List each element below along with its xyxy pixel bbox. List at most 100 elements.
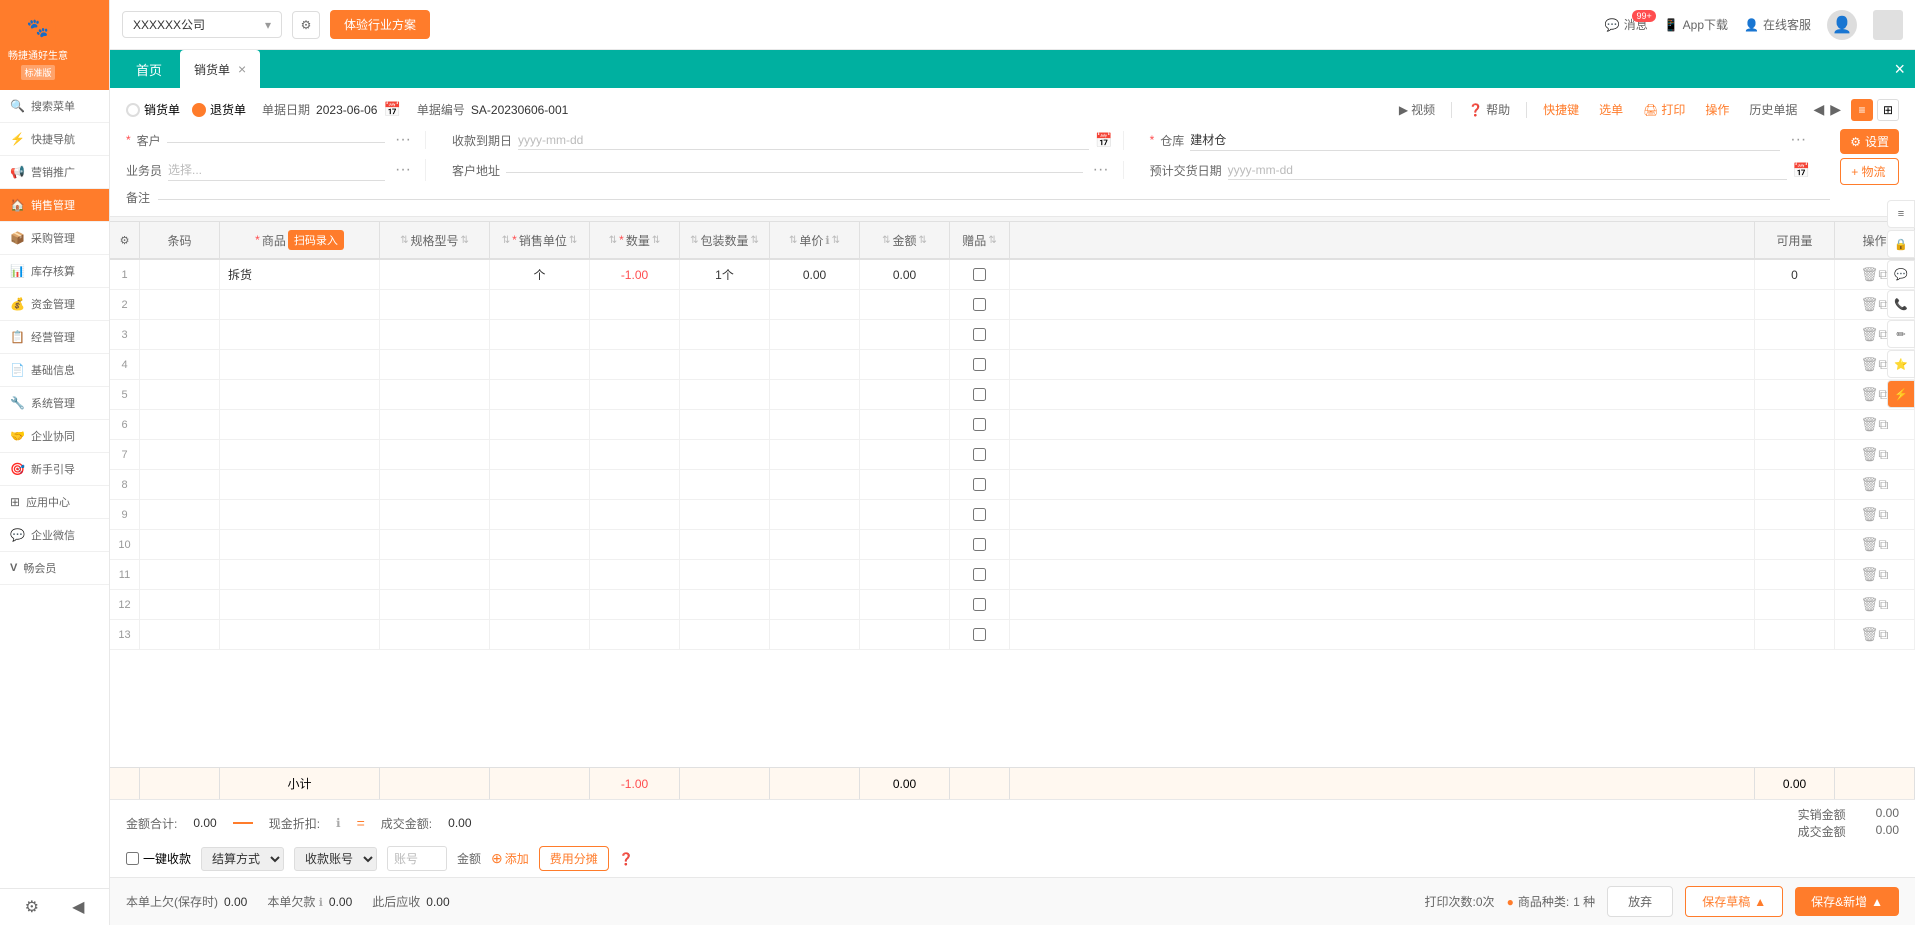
settings-bottom-icon[interactable]: ⚙ [25, 897, 39, 917]
float-btn-6[interactable]: ⭐ [1887, 350, 1915, 378]
account-placeholder-field[interactable]: 账号 [387, 846, 447, 871]
td-amount-2[interactable] [860, 290, 950, 319]
th-pkgqty-sort2[interactable]: ⇅ [751, 235, 759, 246]
product-type-radio-icon[interactable]: ● [1507, 895, 1514, 909]
th-gift-sort[interactable]: ⇅ [988, 235, 996, 246]
tab-home[interactable]: 首页 [120, 50, 178, 88]
operation-btn[interactable]: 操作 [1699, 98, 1735, 121]
select-btn[interactable]: 选单 [1593, 98, 1629, 121]
th-price-sort2[interactable]: ⇅ [832, 235, 840, 246]
sidebar-item-finance[interactable]: 💰 资金管理 [0, 288, 109, 321]
td-pkgqty-2[interactable] [680, 290, 770, 319]
user-avatar[interactable]: 👤 [1827, 10, 1857, 40]
td-remark-2[interactable] [1010, 290, 1755, 319]
th-unit-sort2[interactable]: ⇅ [569, 235, 577, 246]
sidebar-item-marketing[interactable]: 📢 营销推广 [0, 156, 109, 189]
gift-checkbox-1[interactable] [973, 268, 986, 281]
float-btn-4[interactable]: 📞 [1887, 290, 1915, 318]
td-product-1[interactable]: 拆货 [220, 260, 380, 289]
expected-calendar-icon[interactable]: 📅 [1793, 162, 1810, 179]
td-price-1[interactable]: 0.00 [770, 260, 860, 289]
salesperson-dots-btn[interactable]: ··· [391, 161, 415, 179]
customer-address-input[interactable] [506, 168, 1083, 173]
online-service-button[interactable]: 👤 在线客服 [1744, 16, 1811, 33]
save-draft-button[interactable]: 保存草稿 ▲ [1685, 886, 1783, 917]
shortcut-btn[interactable]: 快捷键 [1537, 98, 1585, 121]
td-barcode-2[interactable] [140, 290, 220, 319]
td-gift-2[interactable] [950, 290, 1010, 319]
view-list-btn[interactable]: ≡ [1851, 99, 1873, 121]
float-btn-3[interactable]: 💬 [1887, 260, 1915, 288]
sidebar-item-basic[interactable]: 📄 基础信息 [0, 354, 109, 387]
settlement-method-select[interactable]: 结算方式 [201, 847, 284, 871]
tab-close-icon[interactable]: × [238, 61, 246, 77]
help-btn[interactable]: ❓ 帮助 [1462, 98, 1516, 121]
th-amount-sort2[interactable]: ⇅ [919, 235, 927, 246]
td-pkgqty-1[interactable]: 1个 [680, 260, 770, 289]
receipt-calendar-icon[interactable]: 📅 [1095, 132, 1112, 149]
td-unit-2[interactable] [490, 290, 590, 319]
discard-button[interactable]: 放弃 [1607, 886, 1673, 917]
company-select[interactable]: XXXXXX公司 ▾ [122, 11, 282, 38]
salesperson-input[interactable]: 选择... [168, 159, 385, 181]
logistics-button[interactable]: + 物流 [1840, 158, 1899, 185]
sidebar-item-member[interactable]: V 畅会员 [0, 552, 109, 585]
one-click-payment-checkbox[interactable] [126, 852, 139, 865]
sidebar-item-search[interactable]: 🔍 搜索菜单 [0, 90, 109, 123]
sidebar-item-purchase[interactable]: 📦 采购管理 [0, 222, 109, 255]
sidebar-item-quicknav[interactable]: ⚡ 快捷导航 [0, 123, 109, 156]
video-btn[interactable]: ▶ 视频 [1393, 98, 1441, 121]
float-btn-2[interactable]: 🔒 [1887, 230, 1915, 258]
th-qty-sort2[interactable]: ⇅ [652, 235, 660, 246]
print-btn[interactable]: 🖨 打印 [1637, 98, 1691, 121]
owed-info-icon[interactable]: ℹ [319, 897, 323, 909]
date-calendar-icon[interactable]: 📅 [383, 101, 400, 118]
expected-date-input[interactable]: yyyy-mm-dd [1228, 161, 1787, 180]
delete-icon-1[interactable]: 🗑 [1861, 266, 1879, 283]
td-qty-2[interactable] [590, 290, 680, 319]
td-unit-1[interactable]: 个 [490, 260, 590, 289]
td-remark-1[interactable] [1010, 260, 1755, 289]
delete-icon-2[interactable]: 🗑 [1861, 296, 1879, 313]
td-amount-1[interactable]: 0.00 [860, 260, 950, 289]
th-settings[interactable]: ⚙ [110, 222, 140, 258]
cost-split-button[interactable]: 费用分摊 [539, 846, 609, 871]
customer-input[interactable] [167, 138, 385, 143]
settlement-account-select[interactable]: 收款账号 [294, 847, 377, 871]
float-btn-1[interactable]: ≡ [1887, 200, 1915, 228]
history-btn[interactable]: 历史单据 [1743, 98, 1803, 121]
sidebar-item-management[interactable]: 📋 经营管理 [0, 321, 109, 354]
radio-sales-order[interactable]: 销货单 [126, 101, 180, 118]
td-barcode-1[interactable] [140, 260, 220, 289]
discount-info-icon[interactable]: ℹ [336, 816, 341, 830]
th-price-sort[interactable]: ⇅ [789, 235, 797, 246]
tab-sales-order[interactable]: 销货单 × [180, 50, 260, 88]
customer-address-dots-btn[interactable]: ··· [1089, 161, 1113, 179]
date-value[interactable]: 2023-06-06 [316, 103, 377, 117]
td-spec-2[interactable] [380, 290, 490, 319]
receipt-date-input[interactable]: yyyy-mm-dd [518, 131, 1089, 150]
float-btn-5[interactable]: ✏ [1887, 320, 1915, 348]
th-price-info[interactable]: ℹ [825, 234, 829, 247]
customer-dots-btn[interactable]: ··· [391, 131, 415, 149]
td-spec-1[interactable] [380, 260, 490, 289]
save-new-button[interactable]: 保存&新增 ▲ [1795, 887, 1899, 916]
one-click-payment-group[interactable]: 一键收款 [126, 850, 191, 867]
form-settings-button[interactable]: ⚙ 设置 [1840, 129, 1899, 154]
nav-next[interactable]: ▶ [1828, 99, 1843, 120]
th-amount-sort[interactable]: ⇅ [882, 235, 890, 246]
radio-return-order[interactable]: 退货单 [192, 101, 246, 118]
td-qty-1[interactable]: -1.00 [590, 260, 680, 289]
float-btn-7[interactable]: ⚡ [1887, 380, 1915, 408]
sidebar-item-apps[interactable]: ⊞ 应用中心 [0, 486, 109, 519]
th-qty-sort[interactable]: ⇅ [609, 235, 617, 246]
settings-gear-button[interactable]: ⚙ [292, 11, 320, 39]
all-tabs-close[interactable]: × [1894, 59, 1905, 80]
td-product-2[interactable] [220, 290, 380, 319]
sidebar-item-collab[interactable]: 🤝 企业协同 [0, 420, 109, 453]
warehouse-dots-btn[interactable]: ··· [1786, 131, 1810, 149]
view-grid-btn[interactable]: ⊞ [1877, 99, 1899, 121]
scan-button[interactable]: 扫码录入 [288, 230, 344, 250]
sidebar-item-sales[interactable]: 🏠 销售管理 [0, 189, 109, 222]
sidebar-item-newbie[interactable]: 🎯 新手引导 [0, 453, 109, 486]
